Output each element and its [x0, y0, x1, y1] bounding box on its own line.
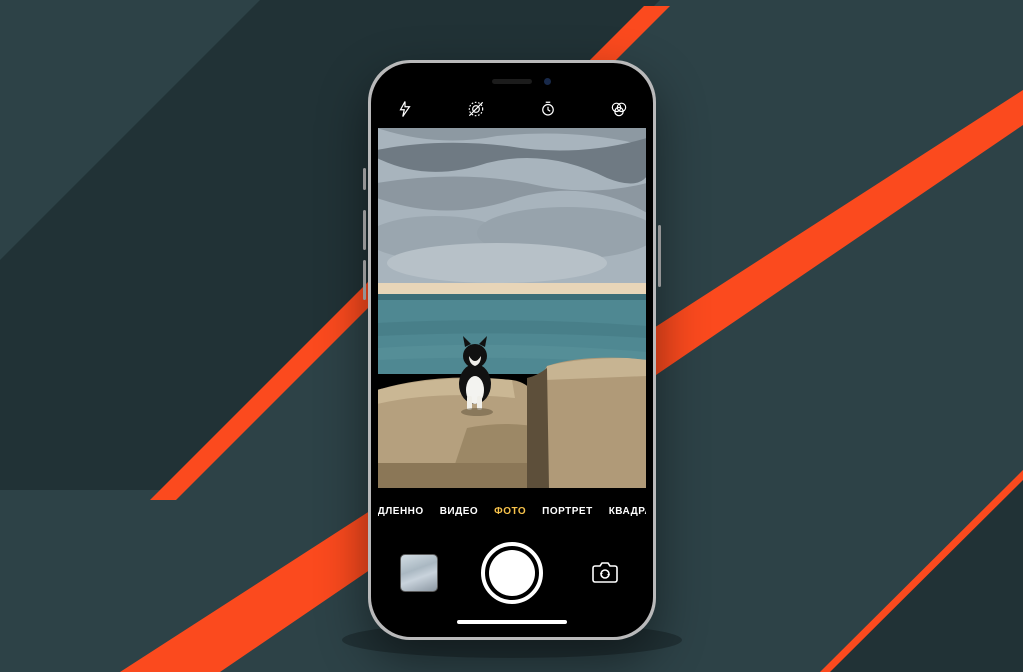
iphone-mockup: МЕДЛЕННО ВИДЕО ФОТО ПОРТРЕТ КВАДРАТ: [368, 60, 656, 640]
wallpaper-stage: МЕДЛЕННО ВИДЕО ФОТО ПОРТРЕТ КВАДРАТ: [0, 0, 1023, 672]
phone-screen: МЕДЛЕННО ВИДЕО ФОТО ПОРТРЕТ КВАДРАТ: [378, 70, 646, 630]
flash-icon[interactable]: [394, 98, 416, 120]
last-photo-thumbnail[interactable]: [400, 554, 438, 592]
display-notch: [443, 70, 581, 94]
mode-square[interactable]: КВАДРАТ: [609, 506, 646, 517]
mode-photo[interactable]: ФОТО: [494, 506, 526, 517]
mute-switch[interactable]: [363, 168, 366, 190]
switch-camera-button[interactable]: [586, 557, 624, 589]
camera-mode-strip[interactable]: МЕДЛЕННО ВИДЕО ФОТО ПОРТРЕТ КВАДРАТ: [378, 498, 646, 524]
camera-bottom-controls: [378, 528, 646, 618]
shutter-button[interactable]: [481, 542, 543, 604]
power-button[interactable]: [658, 225, 661, 287]
volume-up-button[interactable]: [363, 210, 366, 250]
home-indicator[interactable]: [457, 620, 567, 624]
live-photo-icon[interactable]: [465, 98, 487, 120]
camera-viewfinder[interactable]: [378, 128, 646, 488]
mode-slowmo[interactable]: МЕДЛЕННО: [378, 506, 424, 517]
mode-video[interactable]: ВИДЕО: [440, 506, 478, 517]
mode-portrait[interactable]: ПОРТРЕТ: [542, 506, 593, 517]
filters-icon[interactable]: [608, 98, 630, 120]
timer-icon[interactable]: [537, 98, 559, 120]
volume-down-button[interactable]: [363, 260, 366, 300]
